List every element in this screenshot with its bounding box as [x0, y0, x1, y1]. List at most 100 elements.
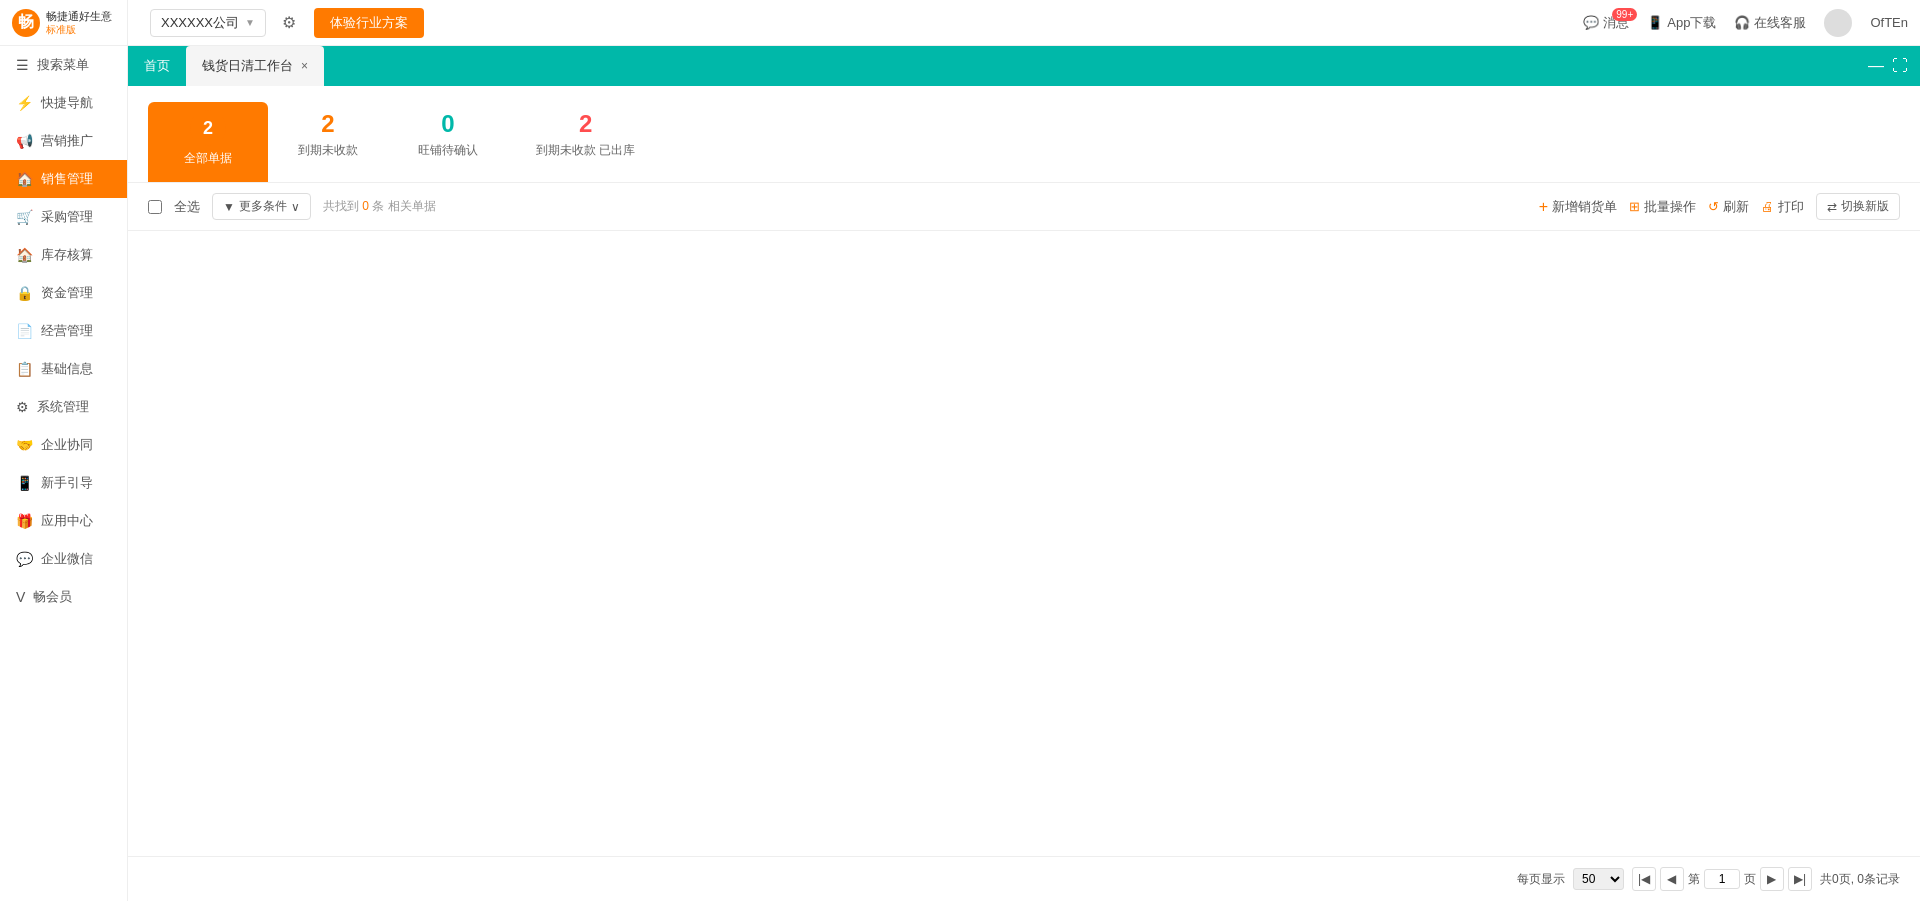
avatar[interactable]: [1824, 9, 1852, 37]
phone-icon: 📱: [1647, 15, 1663, 30]
trial-button[interactable]: 体验行业方案: [314, 8, 424, 38]
sidebar-item-enterprise[interactable]: 🤝 企业协同: [0, 426, 127, 464]
sales-icon: 🏠: [16, 171, 33, 187]
all-count: 2: [190, 110, 226, 146]
basic-info-icon: 📋: [16, 361, 33, 377]
overdue-count: 2: [321, 110, 334, 138]
sidebar-item-member[interactable]: V 畅会员: [0, 578, 127, 616]
page-input[interactable]: [1704, 869, 1740, 889]
sidebar-item-inventory[interactable]: 🏠 库存核算: [0, 236, 127, 274]
sidebar-item-operations[interactable]: 📄 经营管理: [0, 312, 127, 350]
finance-icon: 🔒: [16, 285, 33, 301]
prev-page-button[interactable]: ◀: [1660, 867, 1684, 891]
minimize-icon[interactable]: —: [1868, 57, 1884, 75]
marketing-icon: 📢: [16, 133, 33, 149]
maximize-icon[interactable]: ⛶: [1892, 57, 1908, 75]
tab-close-icon[interactable]: ×: [301, 59, 308, 73]
stat-tab-shipped[interactable]: 2 到期未收款 已出库: [508, 102, 663, 182]
inventory-icon: 🏠: [16, 247, 33, 263]
content-area: 2 全部单据 2 到期未收款 0 旺铺待确认 2 到期未收款 已出库 全选 ▼ …: [128, 86, 1920, 901]
tab-bar: 首页 钱货日清工作台 × — ⛶: [128, 46, 1920, 86]
shipped-label: 到期未收款 已出库: [536, 142, 635, 159]
logo-text: 畅捷通好生意 标准版: [46, 9, 112, 36]
search-menu-icon: ☰: [16, 57, 29, 73]
headset-icon: 🎧: [1734, 15, 1750, 30]
page-label-end: 页: [1744, 871, 1756, 888]
plus-icon: +: [1539, 198, 1548, 216]
total-info: 共0页, 0条记录: [1820, 871, 1900, 888]
header-right: 💬 消息 99+ 📱 App下载 🎧 在线客服 OfTEn: [1583, 9, 1908, 37]
online-service-item[interactable]: 🎧 在线客服: [1734, 14, 1806, 32]
logo-area: 畅 畅捷通好生意 标准版: [0, 0, 127, 46]
batch-operation-button[interactable]: ⊞ 批量操作: [1629, 198, 1696, 216]
member-icon: V: [16, 589, 25, 605]
stats-tabs: 2 全部单据 2 到期未收款 0 旺铺待确认 2 到期未收款 已出库: [128, 86, 1920, 183]
logo-icon: 畅: [12, 9, 40, 37]
stat-tab-overdue[interactable]: 2 到期未收款: [268, 102, 388, 182]
message-icon: 💬: [1583, 15, 1599, 30]
sidebar-item-app-center[interactable]: 🎁 应用中心: [0, 502, 127, 540]
settings-icon[interactable]: ⚙: [274, 8, 304, 38]
found-count: 0: [362, 199, 369, 213]
guide-icon: 📱: [16, 475, 33, 491]
batch-icon: ⊞: [1629, 199, 1640, 214]
system-icon: ⚙: [16, 399, 29, 415]
sidebar-item-purchase[interactable]: 🛒 采购管理: [0, 198, 127, 236]
next-page-button[interactable]: ▶: [1760, 867, 1784, 891]
pending-count: 0: [441, 110, 454, 138]
company-selector[interactable]: XXXXXX公司 ▼: [150, 9, 266, 37]
tab-home[interactable]: 首页: [128, 46, 186, 86]
sidebar-item-wechat[interactable]: 💬 企业微信: [0, 540, 127, 578]
select-all-checkbox[interactable]: [148, 200, 162, 214]
refresh-button[interactable]: ↺ 刷新: [1708, 198, 1749, 216]
messages-badge: 99+: [1612, 8, 1637, 21]
shipped-count: 2: [579, 110, 592, 138]
pagination: 每页显示 50 20 100 |◀ ◀ 第 页 ▶ ▶| 共0页, 0条记录: [128, 856, 1920, 901]
app-download-item[interactable]: 📱 App下载: [1647, 14, 1716, 32]
toolbar-right: + 新增销货单 ⊞ 批量操作 ↺ 刷新 🖨 打印 ⇄ 切换新版: [1539, 193, 1900, 220]
last-page-button[interactable]: ▶|: [1788, 867, 1812, 891]
sidebar: 畅 畅捷通好生意 标准版 ☰ 搜索菜单 ⚡ 快捷导航 📢 营销推广 🏠 销售管理…: [0, 0, 128, 901]
found-text: 共找到 0 条 相关单据: [323, 198, 436, 215]
purchase-icon: 🛒: [16, 209, 33, 225]
page-label: 第: [1688, 871, 1700, 888]
sidebar-item-finance[interactable]: 🔒 资金管理: [0, 274, 127, 312]
sidebar-item-system[interactable]: ⚙ 系统管理: [0, 388, 127, 426]
tab-cash-work[interactable]: 钱货日清工作台 ×: [186, 46, 324, 86]
table-area: [128, 231, 1920, 856]
new-sale-button[interactable]: + 新增销货单: [1539, 198, 1617, 216]
quick-nav-icon: ⚡: [16, 95, 33, 111]
overdue-label: 到期未收款: [298, 142, 358, 159]
stat-tab-pending[interactable]: 0 旺铺待确认: [388, 102, 508, 182]
main-content: 2 全部单据 2 到期未收款 0 旺铺待确认 2 到期未收款 已出库 全选 ▼ …: [128, 86, 1920, 901]
select-all-label: 全选: [174, 198, 200, 216]
pending-label: 旺铺待确认: [418, 142, 478, 159]
print-icon: 🖨: [1761, 199, 1774, 214]
filter-chevron-icon: ∨: [291, 200, 300, 214]
switch-icon: ⇄: [1827, 200, 1837, 214]
sidebar-item-quick-nav[interactable]: ⚡ 快捷导航: [0, 84, 127, 122]
toolbar: 全选 ▼ 更多条件 ∨ 共找到 0 条 相关单据 + 新增销货单 ⊞ 批量操作: [128, 183, 1920, 231]
filter-icon: ▼: [223, 200, 235, 214]
print-button[interactable]: 🖨 打印: [1761, 198, 1804, 216]
wechat-icon: 💬: [16, 551, 33, 567]
filter-button[interactable]: ▼ 更多条件 ∨: [212, 193, 311, 220]
refresh-icon: ↺: [1708, 199, 1719, 214]
all-label: 全部单据: [184, 150, 232, 167]
sidebar-item-marketing[interactable]: 📢 营销推广: [0, 122, 127, 160]
sidebar-item-search-menu[interactable]: ☰ 搜索菜单: [0, 46, 127, 84]
sidebar-item-guide[interactable]: 📱 新手引导: [0, 464, 127, 502]
top-header: XXXXXX公司 ▼ ⚙ 体验行业方案 💬 消息 99+ 📱 App下载 🎧 在…: [128, 0, 1920, 46]
switch-version-button[interactable]: ⇄ 切换新版: [1816, 193, 1900, 220]
tab-actions: — ⛶: [1868, 57, 1920, 75]
chevron-down-icon: ▼: [245, 17, 255, 28]
messages-item[interactable]: 💬 消息 99+: [1583, 14, 1629, 32]
sidebar-item-basic-info[interactable]: 📋 基础信息: [0, 350, 127, 388]
sidebar-item-sales[interactable]: 🏠 销售管理: [0, 160, 127, 198]
stat-tab-all[interactable]: 2 全部单据: [148, 102, 268, 182]
per-page-select[interactable]: 50 20 100: [1573, 868, 1624, 890]
first-page-button[interactable]: |◀: [1632, 867, 1656, 891]
user-name[interactable]: OfTEn: [1870, 15, 1908, 30]
page-nav: |◀ ◀ 第 页 ▶ ▶|: [1632, 867, 1812, 891]
app-center-icon: 🎁: [16, 513, 33, 529]
